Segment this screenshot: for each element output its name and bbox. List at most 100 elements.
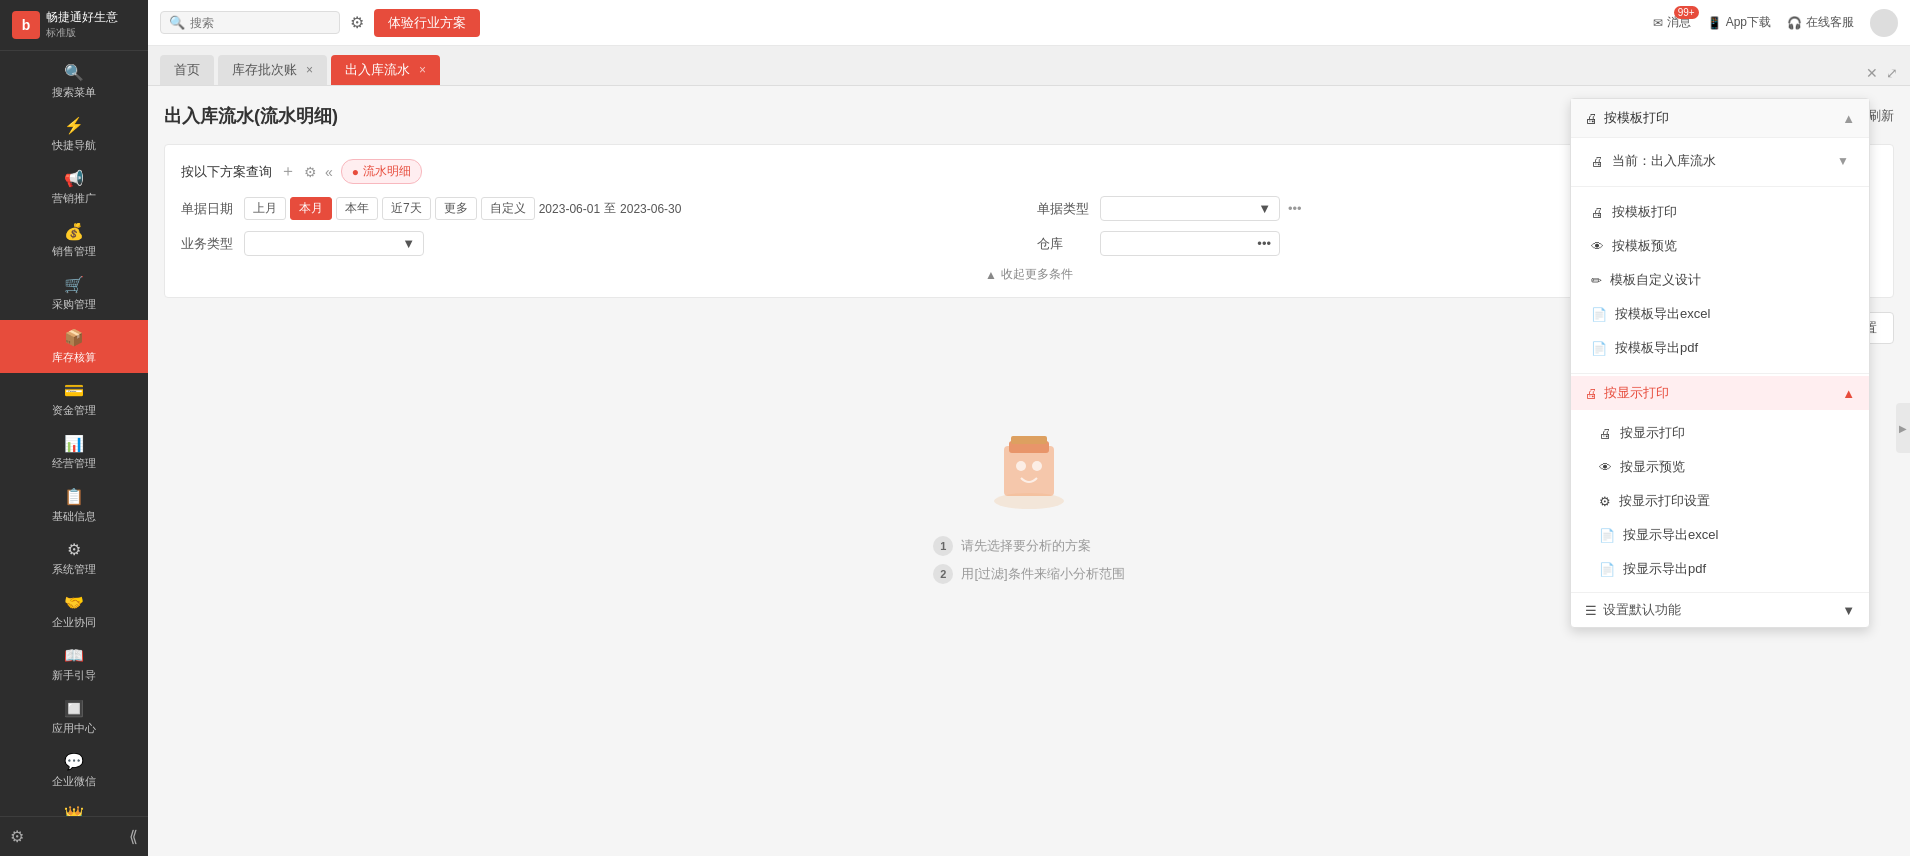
dropdown-current-label: 当前：出入库流水 [1612, 152, 1716, 170]
filter-biz-select[interactable]: ▼ [244, 231, 424, 256]
date-separator: 至 [604, 200, 616, 217]
topbar-search[interactable]: 🔍 [160, 11, 340, 34]
user-avatar[interactable] [1870, 9, 1898, 37]
sidebar-item-finance[interactable]: 💳 资金管理 [0, 373, 148, 426]
sidebar-item-basic[interactable]: 📋 基础信息 [0, 479, 148, 532]
topbar-gear-icon[interactable]: ⚙ [350, 13, 364, 32]
current-template-icon: 🖨 [1591, 154, 1604, 169]
dropdown-current-item[interactable]: 🖨 当前：出入库流水 ▼ [1571, 144, 1869, 178]
enterprise-icon: 🤝 [64, 593, 84, 612]
empty-steps: 1 请先选择要分析的方案 2 用[过滤]条件来缩小分析范围 [933, 536, 1124, 584]
tab-batch-close[interactable]: × [306, 63, 313, 77]
flow-tag[interactable]: ● 流水明细 [341, 159, 422, 184]
print-display-item[interactable]: 🖨 按显示打印 [1571, 416, 1869, 450]
preview-display-item[interactable]: 👁 按显示预览 [1571, 450, 1869, 484]
date-btn-more[interactable]: 更多 [435, 197, 477, 220]
app-download-button[interactable]: 📱 App下载 [1707, 14, 1771, 31]
sidebar-bottom: ⚙ ⟪ [0, 816, 148, 856]
topbar-right: ✉ 消息 99+ 📱 App下载 🎧 在线客服 [1653, 9, 1898, 37]
search-input[interactable] [190, 16, 331, 30]
sidebar-item-apps[interactable]: 🔲 应用中心 [0, 691, 148, 744]
preview-display-icon: 👁 [1599, 460, 1612, 475]
tab-home[interactable]: 首页 [160, 55, 214, 85]
sidebar-item-search[interactable]: 🔍 搜索菜单 [0, 55, 148, 108]
filter-date-label: 单据日期 [181, 200, 236, 218]
export-pdf-display-label: 按显示导出pdf [1623, 560, 1706, 578]
message-icon: ✉ [1653, 16, 1663, 30]
online-service-button[interactable]: 🎧 在线客服 [1787, 14, 1854, 31]
sidebar-item-purchase[interactable]: 🛒 采购管理 [0, 267, 148, 320]
export-excel-template-item[interactable]: 📄 按模板导出excel [1571, 297, 1869, 331]
dropdown-footer[interactable]: ☰ 设置默认功能 ▼ [1571, 592, 1869, 627]
sidebar-item-operation[interactable]: 📊 经营管理 [0, 426, 148, 479]
topbar: 🔍 ⚙ 体验行业方案 ✉ 消息 99+ 📱 App下载 🎧 在线客服 [148, 0, 1910, 46]
print-settings-display-item[interactable]: ⚙ 按显示打印设置 [1571, 484, 1869, 518]
basic-label: 基础信息 [52, 509, 96, 524]
inventory-label: 库存核算 [52, 350, 96, 365]
step-2-label: 用[过滤]条件来缩小分析范围 [961, 565, 1124, 583]
filter-type-label: 单据类型 [1037, 200, 1092, 218]
sidebar-item-system[interactable]: ⚙ 系统管理 [0, 532, 148, 585]
tab-batch[interactable]: 库存批次账 × [218, 55, 327, 85]
filter-title: 按以下方案查询 [181, 163, 272, 181]
finance-icon: 💳 [64, 381, 84, 400]
export-pdf-display-item[interactable]: 📄 按显示导出pdf [1571, 552, 1869, 586]
filter-collapse-icon[interactable]: « [325, 164, 333, 180]
operation-icon: 📊 [64, 434, 84, 453]
tab-flow[interactable]: 出入库流水 × [331, 55, 440, 85]
filter-add-icon[interactable]: ＋ [280, 161, 296, 182]
export-pdf-template-item[interactable]: 📄 按模板导出pdf [1571, 331, 1869, 365]
right-handle-icon: ▶ [1899, 423, 1907, 434]
sidebar-item-member[interactable]: 👑 畅会员 [0, 797, 148, 816]
sidebar-item-quick-nav[interactable]: ⚡ 快捷导航 [0, 108, 148, 161]
tab-close-all-icon[interactable]: ✕ [1866, 65, 1878, 81]
sidebar-item-wechat[interactable]: 💬 企业微信 [0, 744, 148, 797]
custom-template-item-label: 模板自定义设计 [1610, 271, 1701, 289]
date-btn-last-month[interactable]: 上月 [244, 197, 286, 220]
apps-label: 应用中心 [52, 721, 96, 736]
filter-type-more-icon[interactable]: ••• [1288, 201, 1302, 216]
filter-type-arrow: ▼ [1258, 201, 1271, 216]
tab-expand-icon[interactable]: ⤢ [1886, 65, 1898, 81]
filter-warehouse-select[interactable]: ••• [1100, 231, 1280, 256]
collapse-up-icon: ▲ [985, 268, 997, 282]
custom-template-item[interactable]: ✏ 模板自定义设计 [1571, 263, 1869, 297]
date-btn-this-month[interactable]: 本月 [290, 197, 332, 220]
sidebar-item-sales[interactable]: 💰 销售管理 [0, 214, 148, 267]
date-to: 2023-06-30 [620, 202, 681, 216]
print-template-item[interactable]: 🖨 按模板打印 [1571, 195, 1869, 229]
export-pdf-template-label: 按模板导出pdf [1615, 339, 1698, 357]
filter-settings-icon[interactable]: ⚙ [304, 164, 317, 180]
trial-button[interactable]: 体验行业方案 [374, 9, 480, 37]
display-section-header[interactable]: 🖨 按显示打印 ▲ [1571, 376, 1869, 410]
export-excel-display-icon: 📄 [1599, 528, 1615, 543]
tab-flow-close[interactable]: × [419, 63, 426, 77]
print-settings-display-label: 按显示打印设置 [1619, 492, 1710, 510]
sidebar-item-enterprise[interactable]: 🤝 企业协同 [0, 585, 148, 638]
refresh-label: 刷新 [1868, 107, 1894, 125]
print-header-icon: 🖨 [1585, 111, 1598, 126]
message-button[interactable]: ✉ 消息 99+ [1653, 14, 1691, 31]
message-badge: 99+ [1674, 6, 1699, 19]
sidebar-collapse-icon[interactable]: ⟪ [129, 827, 138, 846]
step-1-num: 1 [933, 536, 953, 556]
preview-template-item[interactable]: 👁 按模板预览 [1571, 229, 1869, 263]
filter-warehouse-arrow: ••• [1257, 236, 1271, 251]
date-btn-this-year[interactable]: 本年 [336, 197, 378, 220]
filter-biz-label: 业务类型 [181, 235, 236, 253]
app-name: 畅捷通好生意 [46, 10, 118, 26]
sidebar-settings-icon[interactable]: ⚙ [10, 827, 24, 846]
sidebar-item-guide[interactable]: 📖 新手引导 [0, 638, 148, 691]
svg-rect-1 [1004, 446, 1054, 496]
dropdown-collapse-arrow[interactable]: ▲ [1842, 111, 1855, 126]
right-handle[interactable]: ▶ [1896, 403, 1910, 453]
date-btn-custom[interactable]: 自定义 [481, 197, 535, 220]
sidebar-nav: 🔍 搜索菜单 ⚡ 快捷导航 📢 营销推广 💰 销售管理 🛒 采购管理 📦 库存核… [0, 51, 148, 816]
export-pdf-display-icon: 📄 [1599, 562, 1615, 577]
sidebar-item-inventory[interactable]: 📦 库存核算 [0, 320, 148, 373]
date-btn-7days[interactable]: 近7天 [382, 197, 431, 220]
empty-step-2: 2 用[过滤]条件来缩小分析范围 [933, 564, 1124, 584]
filter-type-select[interactable]: ▼ [1100, 196, 1280, 221]
sidebar-item-marketing[interactable]: 📢 营销推广 [0, 161, 148, 214]
export-excel-display-item[interactable]: 📄 按显示导出excel [1571, 518, 1869, 552]
